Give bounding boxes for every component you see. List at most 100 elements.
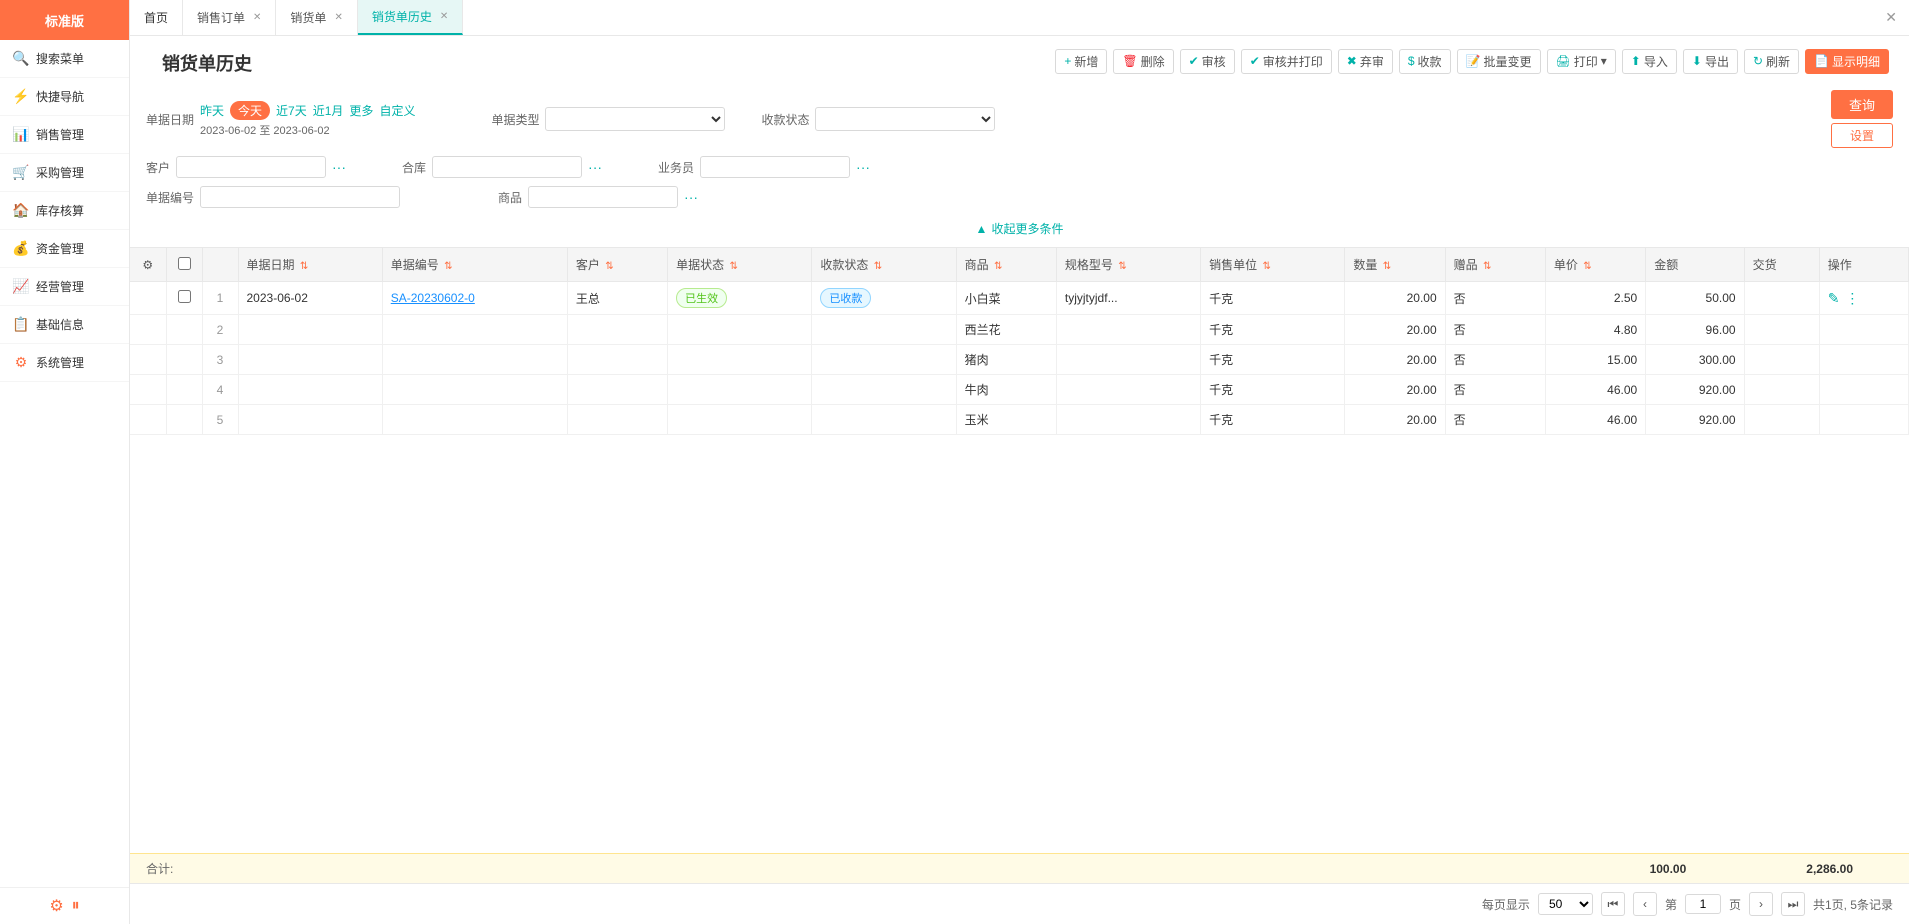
doc-type-select[interactable] (545, 107, 725, 131)
print-button[interactable]: 🖨 打印 ▾ (1547, 49, 1616, 74)
sidebar-item-label: 系统管理 (36, 354, 84, 371)
tab-sales-delivery-close[interactable]: ✕ (334, 12, 342, 23)
sidebar-item-sales[interactable]: 📊 销售管理 (0, 116, 129, 154)
next-page-button[interactable]: › (1749, 892, 1773, 916)
date-tab-more[interactable]: 更多 (349, 102, 373, 119)
th-goods[interactable]: 商品 ⇅ (956, 248, 1056, 282)
cell-action[interactable] (1819, 405, 1908, 435)
collect-button[interactable]: $ 收款 (1399, 49, 1451, 74)
date-tab-1month[interactable]: 近1月 (313, 102, 344, 119)
show-detail-button[interactable]: 📄 显示明细 (1805, 49, 1889, 74)
cell-checkbox[interactable] (166, 315, 202, 345)
import-button[interactable]: ⬆ 导入 (1622, 49, 1677, 74)
cell-doc-no[interactable] (382, 375, 567, 405)
tab-sales-order[interactable]: 销售订单 ✕ (183, 0, 276, 35)
cell-doc-no[interactable]: SA-20230602-0 (382, 282, 567, 315)
select-all-checkbox[interactable] (178, 257, 191, 270)
tab-sales-history[interactable]: 销货单历史 ✕ (358, 0, 463, 35)
cell-doc-no[interactable] (382, 345, 567, 375)
delete-button[interactable]: 🗑 删除 (1113, 49, 1173, 74)
th-row-no (202, 248, 238, 282)
last-page-button[interactable]: ⏭ (1781, 892, 1805, 916)
goods-input[interactable] (528, 186, 678, 208)
export-button[interactable]: ⬇ 导出 (1683, 49, 1738, 74)
page-label-pre: 第 (1665, 896, 1677, 913)
th-checkbox[interactable] (166, 248, 202, 282)
th-collect-status[interactable]: 收款状态 ⇅ (812, 248, 956, 282)
sidebar-item-system[interactable]: ⚙ 系统管理 (0, 344, 129, 382)
th-doc-no[interactable]: 单据编号 ⇅ (382, 248, 567, 282)
cell-doc-no[interactable] (382, 405, 567, 435)
date-tab-custom[interactable]: 自定义 (379, 102, 415, 119)
row-checkbox[interactable] (178, 290, 191, 303)
customer-ellipsis[interactable]: ··· (332, 159, 346, 175)
more-icon[interactable]: ⋮ (1845, 290, 1859, 307)
th-date[interactable]: 单据日期 ⇅ (238, 248, 382, 282)
prev-page-button[interactable]: ‹ (1633, 892, 1657, 916)
sidebar-item-basic[interactable]: 📋 基础信息 (0, 306, 129, 344)
tab-home[interactable]: 首页 (130, 0, 183, 35)
cell-settings (130, 375, 166, 405)
date-tab-today[interactable]: 今天 (230, 101, 270, 120)
cell-action[interactable] (1819, 345, 1908, 375)
tab-sales-history-close[interactable]: ✕ (440, 11, 448, 22)
sidebar-item-search[interactable]: 🔍 搜索菜单 (0, 40, 129, 78)
tab-bar-close[interactable]: ✕ (1873, 9, 1909, 26)
sidebar-item-operation[interactable]: 📈 经营管理 (0, 268, 129, 306)
tab-sales-delivery[interactable]: 销货单 ✕ (276, 0, 357, 35)
th-unit-price[interactable]: 单价 ⇅ (1545, 248, 1645, 282)
th-unit[interactable]: 销售单位 ⇅ (1201, 248, 1345, 282)
doc-no-input[interactable] (200, 186, 400, 208)
cell-checkbox[interactable] (166, 405, 202, 435)
filter-doc-type: 单据类型 (491, 107, 725, 131)
edit-icon[interactable]: ✎ (1828, 290, 1840, 307)
sidebar-setting-icon[interactable]: ⚙ (49, 896, 63, 916)
query-button[interactable]: 查询 (1831, 90, 1893, 119)
add-button[interactable]: + 新增 (1055, 49, 1107, 74)
date-tab-yesterday[interactable]: 昨天 (200, 102, 224, 119)
customer-input[interactable] (176, 156, 326, 178)
set-button[interactable]: 设置 (1831, 123, 1893, 148)
abandon-button[interactable]: ✖ 弃审 (1338, 49, 1393, 74)
filter-doc-no: 单据编号 (146, 186, 400, 208)
refresh-button[interactable]: ↻ 刷新 (1744, 49, 1799, 74)
cell-unit: 千克 (1201, 282, 1345, 315)
sidebar-item-finance[interactable]: 💰 资金管理 (0, 230, 129, 268)
goods-ellipsis[interactable]: ··· (684, 189, 698, 205)
cell-checkbox[interactable] (166, 282, 202, 315)
cell-unit: 千克 (1201, 315, 1345, 345)
collect-status-select[interactable] (815, 107, 995, 131)
sidebar-item-quick[interactable]: ⚡ 快捷导航 (0, 78, 129, 116)
customer-label: 客户 (146, 159, 170, 176)
cell-action[interactable] (1819, 375, 1908, 405)
th-doc-status[interactable]: 单据状态 ⇅ (668, 248, 812, 282)
sidebar-collapse-icon[interactable]: ⏸ (72, 897, 80, 915)
cell-doc-no[interactable] (382, 315, 567, 345)
doc-no-label: 单据编号 (146, 189, 194, 206)
staff-ellipsis[interactable]: ··· (856, 159, 870, 175)
tab-sales-order-close[interactable]: ✕ (253, 12, 261, 23)
warehouse-ellipsis[interactable]: ··· (588, 159, 602, 175)
th-gift[interactable]: 赠品 ⇅ (1445, 248, 1545, 282)
page-input[interactable] (1685, 894, 1721, 914)
th-qty[interactable]: 数量 ⇅ (1345, 248, 1445, 282)
warehouse-input[interactable] (432, 156, 582, 178)
th-spec[interactable]: 规格型号 ⇅ (1056, 248, 1200, 282)
cell-checkbox[interactable] (166, 375, 202, 405)
th-settings[interactable]: ⚙ (130, 248, 166, 282)
sidebar-item-inventory[interactable]: 🏠 库存核算 (0, 192, 129, 230)
th-customer[interactable]: 客户 ⇅ (567, 248, 667, 282)
doc-no-link[interactable]: SA-20230602-0 (391, 291, 475, 305)
audit-print-button[interactable]: ✔ 审核并打印 (1241, 49, 1332, 74)
collapse-button[interactable]: ▲ 收起更多条件 (146, 216, 1893, 237)
sidebar-item-purchase[interactable]: 🛒 采购管理 (0, 154, 129, 192)
audit-button[interactable]: ✔ 审核 (1180, 49, 1235, 74)
cell-checkbox[interactable] (166, 345, 202, 375)
staff-input[interactable] (700, 156, 850, 178)
batch-change-button[interactable]: 📝 批量变更 (1457, 49, 1541, 74)
date-tab-7days[interactable]: 近7天 (276, 102, 307, 119)
cell-action[interactable]: ✎⋮ (1819, 282, 1908, 315)
first-page-button[interactable]: ⏮ (1601, 892, 1625, 916)
cell-action[interactable] (1819, 315, 1908, 345)
per-page-select[interactable]: 50 100 200 (1538, 893, 1593, 915)
